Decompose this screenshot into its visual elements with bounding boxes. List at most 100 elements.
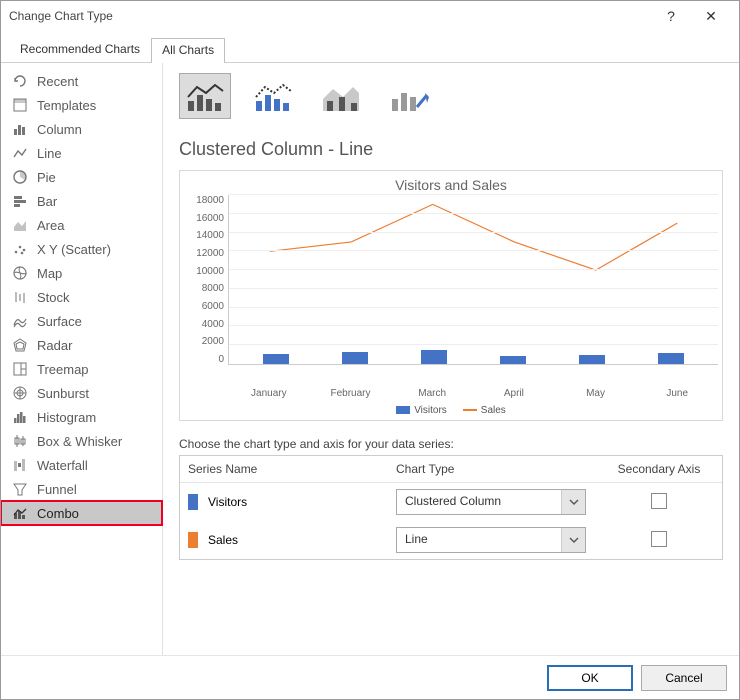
- area-icon: [11, 216, 29, 234]
- x-axis: JanuaryFebruaryMarchAprilMayJune: [228, 385, 718, 399]
- sidebar-item-scatter[interactable]: X Y (Scatter): [1, 237, 162, 261]
- sidebar-item-recent[interactable]: Recent: [1, 69, 162, 93]
- sidebar-item-label: Templates: [37, 98, 96, 113]
- series-config-table: Series Name Chart Type Secondary Axis Vi…: [179, 455, 723, 560]
- sidebar-item-treemap[interactable]: Treemap: [1, 357, 162, 381]
- map-icon: [11, 264, 29, 282]
- sidebar-item-funnel[interactable]: Funnel: [1, 477, 162, 501]
- sidebar-item-label: Bar: [37, 194, 57, 209]
- sidebar-item-label: Column: [37, 122, 82, 137]
- series-name: Sales: [208, 533, 238, 547]
- sidebar-item-sunburst[interactable]: Sunburst: [1, 381, 162, 405]
- sales-color-chip-icon: [188, 532, 198, 548]
- legend-item-visitors: Visitors: [396, 405, 447, 416]
- chart-plot: 1800016000140001200010000800060004000200…: [184, 195, 718, 385]
- tab-recommended-charts[interactable]: Recommended Charts: [9, 37, 151, 62]
- sidebar-item-area[interactable]: Area: [1, 213, 162, 237]
- waterfall-icon: [11, 456, 29, 474]
- secondary-axis-checkbox-visitors[interactable]: [651, 493, 667, 509]
- series-name: Visitors: [208, 495, 247, 509]
- chevron-down-icon: [561, 490, 585, 514]
- col-chart-type: Chart Type: [396, 462, 604, 476]
- sidebar-item-waterfall[interactable]: Waterfall: [1, 453, 162, 477]
- ok-button[interactable]: OK: [547, 665, 633, 691]
- sidebar-item-surface[interactable]: Surface: [1, 309, 162, 333]
- sidebar-item-line[interactable]: Line: [1, 141, 162, 165]
- pie-icon: [11, 168, 29, 186]
- col-secondary-axis: Secondary Axis: [604, 462, 714, 476]
- sidebar-item-label: Line: [37, 146, 62, 161]
- templates-icon: [11, 96, 29, 114]
- sidebar-item-templates[interactable]: Templates: [1, 93, 162, 117]
- sidebar-item-bar[interactable]: Bar: [1, 189, 162, 213]
- subtype-stacked-area-column[interactable]: [315, 73, 367, 119]
- sidebar-item-label: Recent: [37, 74, 78, 89]
- sidebar-item-label: Surface: [37, 314, 82, 329]
- chart-legend: Visitors Sales: [184, 405, 718, 416]
- scatter-icon: [11, 240, 29, 258]
- dialog-footer: OK Cancel: [1, 655, 739, 699]
- legend-item-sales: Sales: [463, 405, 506, 416]
- sales-swatch-icon: [463, 409, 477, 411]
- sidebar-item-label: Combo: [37, 506, 79, 521]
- help-button[interactable]: ?: [651, 8, 691, 24]
- titlebar: Change Chart Type ? ✕: [1, 1, 739, 31]
- subtype-clustered-column-line-secondary[interactable]: [247, 73, 299, 119]
- sidebar-item-map[interactable]: Map: [1, 261, 162, 285]
- sidebar-item-label: Radar: [37, 338, 72, 353]
- change-chart-type-dialog: Change Chart Type ? ✕ Recommended Charts…: [0, 0, 740, 700]
- close-button[interactable]: ✕: [691, 8, 731, 25]
- chart-type-select-visitors[interactable]: Clustered Column: [396, 489, 586, 515]
- recent-icon: [11, 72, 29, 90]
- sidebar-item-label: Box & Whisker: [37, 434, 122, 449]
- combo-subtype-row: [179, 73, 723, 119]
- sidebar-item-radar[interactable]: Radar: [1, 333, 162, 357]
- visitors-swatch-icon: [396, 406, 410, 414]
- sidebar-item-label: Waterfall: [37, 458, 88, 473]
- sidebar-item-boxwhisker[interactable]: Box & Whisker: [1, 429, 162, 453]
- tab-all-charts[interactable]: All Charts: [151, 38, 225, 63]
- chart-title: Visitors and Sales: [184, 177, 718, 193]
- tab-strip: Recommended Charts All Charts: [1, 37, 739, 63]
- window-title: Change Chart Type: [9, 9, 651, 23]
- boxwhisker-icon: [11, 432, 29, 450]
- histogram-icon: [11, 408, 29, 426]
- sidebar-item-label: Sunburst: [37, 386, 89, 401]
- main-panel: Clustered Column - Line Visitors and Sal…: [163, 63, 739, 655]
- col-series-name: Series Name: [188, 462, 396, 476]
- surface-icon: [11, 312, 29, 330]
- series-instruction: Choose the chart type and axis for your …: [179, 437, 723, 451]
- funnel-icon: [11, 480, 29, 498]
- subtype-heading: Clustered Column - Line: [179, 139, 723, 160]
- sidebar-item-label: Area: [37, 218, 64, 233]
- plot-area: [228, 195, 718, 365]
- chart-preview: Visitors and Sales 180001600014000120001…: [179, 170, 723, 421]
- sidebar-item-label: Treemap: [37, 362, 89, 377]
- sidebar-item-label: Stock: [37, 290, 70, 305]
- sidebar: Recent Templates Column Line Pie Bar: [1, 63, 163, 655]
- sidebar-item-column[interactable]: Column: [1, 117, 162, 141]
- sidebar-item-stock[interactable]: Stock: [1, 285, 162, 309]
- subtype-custom-combo[interactable]: [383, 73, 435, 119]
- chevron-down-icon: [561, 528, 585, 552]
- stock-icon: [11, 288, 29, 306]
- sidebar-item-pie[interactable]: Pie: [1, 165, 162, 189]
- sidebar-item-combo[interactable]: Combo: [1, 501, 162, 525]
- bar-icon: [11, 192, 29, 210]
- combo-icon: [11, 504, 29, 522]
- sidebar-item-label: Funnel: [37, 482, 77, 497]
- sidebar-item-histogram[interactable]: Histogram: [1, 405, 162, 429]
- secondary-axis-checkbox-sales[interactable]: [651, 531, 667, 547]
- chart-type-select-sales[interactable]: Line: [396, 527, 586, 553]
- sidebar-item-label: X Y (Scatter): [37, 242, 111, 257]
- line-icon: [11, 144, 29, 162]
- treemap-icon: [11, 360, 29, 378]
- cancel-button[interactable]: Cancel: [641, 665, 727, 691]
- series-row-visitors: Visitors Clustered Column: [180, 483, 722, 521]
- radar-icon: [11, 336, 29, 354]
- series-row-sales: Sales Line: [180, 521, 722, 559]
- sidebar-item-label: Histogram: [37, 410, 96, 425]
- visitors-color-chip-icon: [188, 494, 198, 510]
- subtype-clustered-column-line[interactable]: [179, 73, 231, 119]
- sidebar-item-label: Map: [37, 266, 62, 281]
